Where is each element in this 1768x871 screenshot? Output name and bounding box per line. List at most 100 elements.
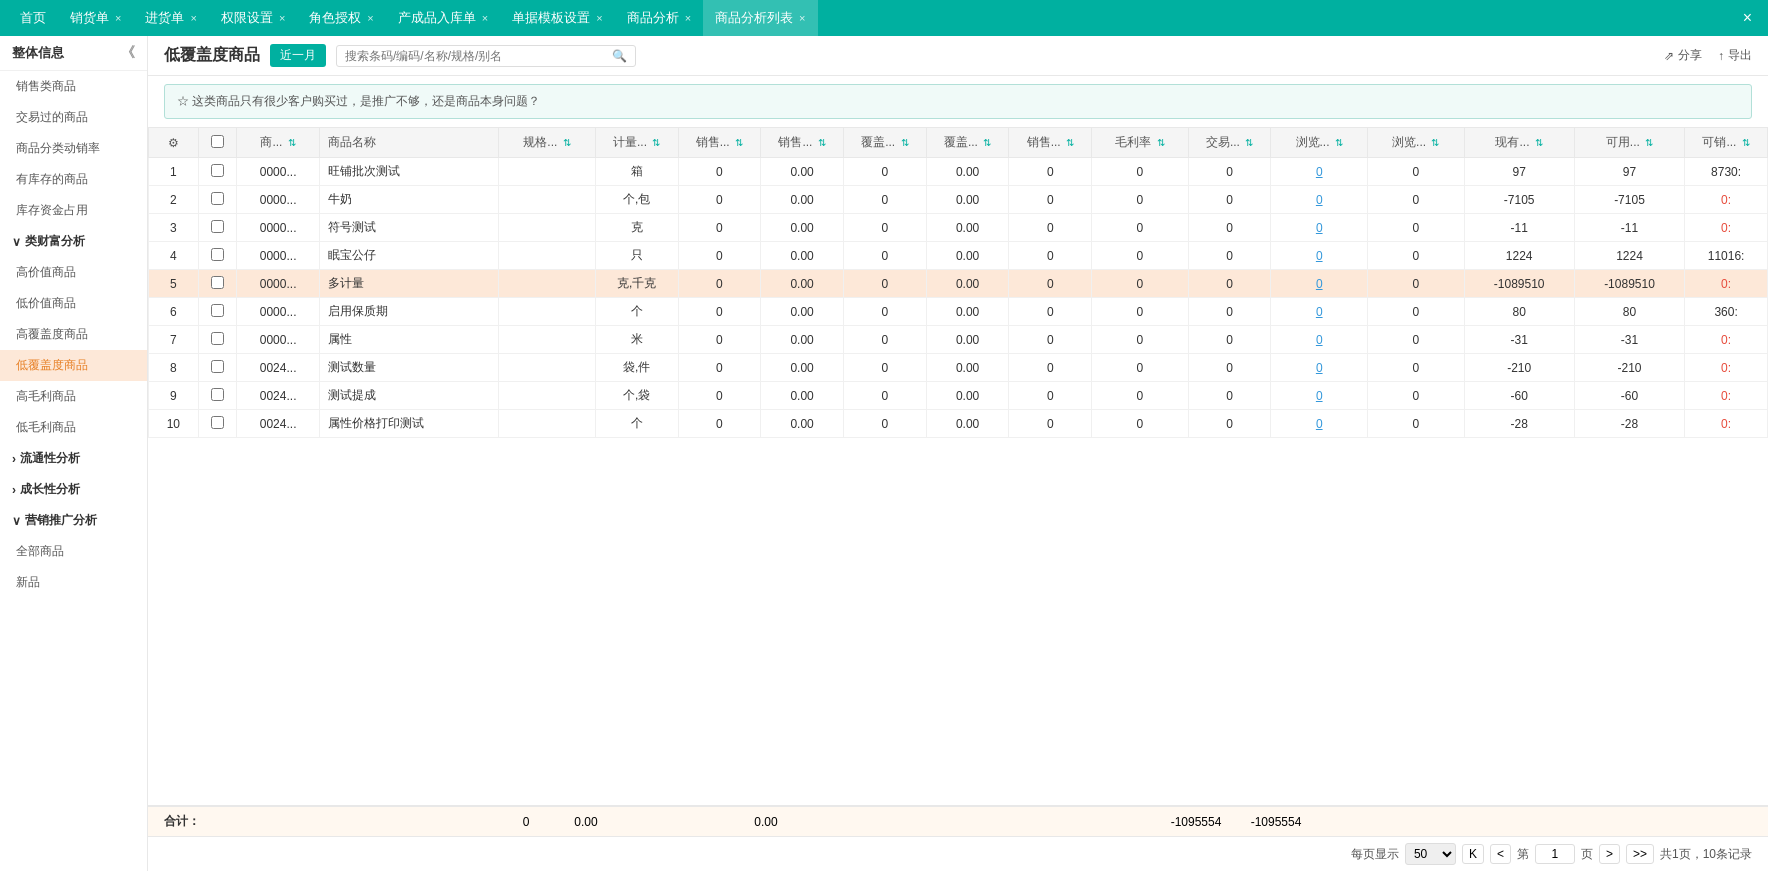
- first-page-button[interactable]: K: [1462, 844, 1484, 864]
- sidebar-item-sales-goods[interactable]: 销售类商品: [0, 71, 147, 102]
- nav-products-in[interactable]: 产成品入库单 ×: [386, 0, 500, 36]
- close-all-button[interactable]: ×: [1735, 5, 1760, 31]
- th-current[interactable]: 现有... ⇅: [1464, 128, 1574, 158]
- nav-sales[interactable]: 销货单 ×: [58, 0, 133, 36]
- export-button[interactable]: ↑ 导出: [1718, 47, 1752, 64]
- nav-home[interactable]: 首页: [8, 0, 58, 36]
- th-checkbox[interactable]: [198, 128, 237, 158]
- next-page-button[interactable]: >: [1599, 844, 1620, 864]
- row-checkbox[interactable]: [211, 304, 224, 317]
- sidebar-item-new-goods[interactable]: 新品: [0, 567, 147, 598]
- nav-templates[interactable]: 单据模板设置 ×: [500, 0, 614, 36]
- per-page-select[interactable]: 50 10 20 100: [1405, 843, 1456, 865]
- nav-analytics[interactable]: 商品分析 ×: [615, 0, 703, 36]
- browse-link[interactable]: 0: [1316, 249, 1323, 263]
- nav-analytics-list[interactable]: 商品分析列表 ×: [703, 0, 817, 36]
- th-settings[interactable]: ⚙: [149, 128, 199, 158]
- browse-link[interactable]: 0: [1316, 165, 1323, 179]
- browse-link[interactable]: 0: [1316, 417, 1323, 431]
- th-cov2[interactable]: 覆盖... ⇅: [926, 128, 1009, 158]
- cell-browse1[interactable]: 0: [1271, 186, 1368, 214]
- time-filter-button[interactable]: 近一月: [270, 44, 326, 67]
- cell-browse1[interactable]: 0: [1271, 326, 1368, 354]
- cell-checkbox[interactable]: [198, 382, 237, 410]
- cell-checkbox[interactable]: [198, 242, 237, 270]
- sidebar-section-marketing[interactable]: ∨ 营销推广分析: [0, 505, 147, 536]
- sidebar-item-category-rate[interactable]: 商品分类动销率: [0, 133, 147, 164]
- sidebar-item-high-profit[interactable]: 高毛利商品: [0, 381, 147, 412]
- cell-checkbox[interactable]: [198, 270, 237, 298]
- browse-link[interactable]: 0: [1316, 333, 1323, 347]
- close-icon[interactable]: ×: [596, 12, 602, 24]
- row-checkbox[interactable]: [211, 276, 224, 289]
- sidebar-section-circulation[interactable]: › 流通性分析: [0, 443, 147, 474]
- th-saleable[interactable]: 可销... ⇅: [1685, 128, 1768, 158]
- sidebar-item-high-value[interactable]: 高价值商品: [0, 257, 147, 288]
- th-browse1[interactable]: 浏览... ⇅: [1271, 128, 1368, 158]
- th-unit[interactable]: 计量... ⇅: [595, 128, 678, 158]
- row-checkbox[interactable]: [211, 220, 224, 233]
- row-checkbox[interactable]: [211, 416, 224, 429]
- cell-browse1[interactable]: 0: [1271, 354, 1368, 382]
- cell-checkbox[interactable]: [198, 354, 237, 382]
- row-checkbox[interactable]: [211, 248, 224, 261]
- close-icon[interactable]: ×: [115, 12, 121, 24]
- sidebar-item-in-stock[interactable]: 有库存的商品: [0, 164, 147, 195]
- close-icon[interactable]: ×: [685, 12, 691, 24]
- browse-link[interactable]: 0: [1316, 277, 1323, 291]
- th-sales1[interactable]: 销售... ⇅: [678, 128, 761, 158]
- row-checkbox[interactable]: [211, 164, 224, 177]
- browse-link[interactable]: 0: [1316, 361, 1323, 375]
- nav-purchase[interactable]: 进货单 ×: [133, 0, 208, 36]
- close-icon[interactable]: ×: [190, 12, 196, 24]
- th-browse2[interactable]: 浏览... ⇅: [1367, 128, 1464, 158]
- th-name[interactable]: 商品名称: [319, 128, 498, 158]
- page-number-input[interactable]: [1535, 844, 1575, 864]
- sidebar-section-growth[interactable]: › 成长性分析: [0, 474, 147, 505]
- cell-browse1[interactable]: 0: [1271, 382, 1368, 410]
- sidebar-item-low-coverage[interactable]: 低覆盖度商品: [0, 350, 147, 381]
- cell-checkbox[interactable]: [198, 214, 237, 242]
- close-icon[interactable]: ×: [367, 12, 373, 24]
- sidebar-item-high-coverage[interactable]: 高覆盖度商品: [0, 319, 147, 350]
- close-icon[interactable]: ×: [482, 12, 488, 24]
- cell-browse1[interactable]: 0: [1271, 270, 1368, 298]
- th-sales3[interactable]: 销售... ⇅: [1009, 128, 1092, 158]
- prev-page-button[interactable]: <: [1490, 844, 1511, 864]
- share-button[interactable]: ⇗ 分享: [1664, 47, 1702, 64]
- cell-checkbox[interactable]: [198, 326, 237, 354]
- sidebar-item-low-value[interactable]: 低价值商品: [0, 288, 147, 319]
- browse-link[interactable]: 0: [1316, 193, 1323, 207]
- sidebar-item-low-profit[interactable]: 低毛利商品: [0, 412, 147, 443]
- nav-permissions[interactable]: 权限设置 ×: [209, 0, 297, 36]
- th-spec[interactable]: 规格... ⇅: [499, 128, 596, 158]
- nav-roles[interactable]: 角色授权 ×: [297, 0, 385, 36]
- cell-checkbox[interactable]: [198, 158, 237, 186]
- search-input[interactable]: [345, 49, 608, 63]
- close-icon[interactable]: ×: [279, 12, 285, 24]
- browse-link[interactable]: 0: [1316, 389, 1323, 403]
- row-checkbox[interactable]: [211, 360, 224, 373]
- row-checkbox[interactable]: [211, 192, 224, 205]
- search-box[interactable]: 🔍: [336, 45, 636, 67]
- settings-icon[interactable]: ⚙: [168, 136, 179, 150]
- cell-browse1[interactable]: 0: [1271, 410, 1368, 438]
- cell-browse1[interactable]: 0: [1271, 158, 1368, 186]
- cell-browse1[interactable]: 0: [1271, 298, 1368, 326]
- close-icon[interactable]: ×: [799, 12, 805, 24]
- row-checkbox[interactable]: [211, 388, 224, 401]
- sidebar-item-stock-capital[interactable]: 库存资金占用: [0, 195, 147, 226]
- cell-checkbox[interactable]: [198, 298, 237, 326]
- browse-link[interactable]: 0: [1316, 305, 1323, 319]
- last-page-button[interactable]: >>: [1626, 844, 1654, 864]
- browse-link[interactable]: 0: [1316, 221, 1323, 235]
- th-cov1[interactable]: 覆盖... ⇅: [843, 128, 926, 158]
- th-trade[interactable]: 交易... ⇅: [1188, 128, 1271, 158]
- cell-checkbox[interactable]: [198, 186, 237, 214]
- th-code[interactable]: 商... ⇅: [237, 128, 320, 158]
- sidebar-item-traded-goods[interactable]: 交易过的商品: [0, 102, 147, 133]
- th-available[interactable]: 可用... ⇅: [1574, 128, 1684, 158]
- collapse-button[interactable]: 《: [121, 44, 135, 62]
- cell-browse1[interactable]: 0: [1271, 242, 1368, 270]
- sidebar-item-all-goods[interactable]: 全部商品: [0, 536, 147, 567]
